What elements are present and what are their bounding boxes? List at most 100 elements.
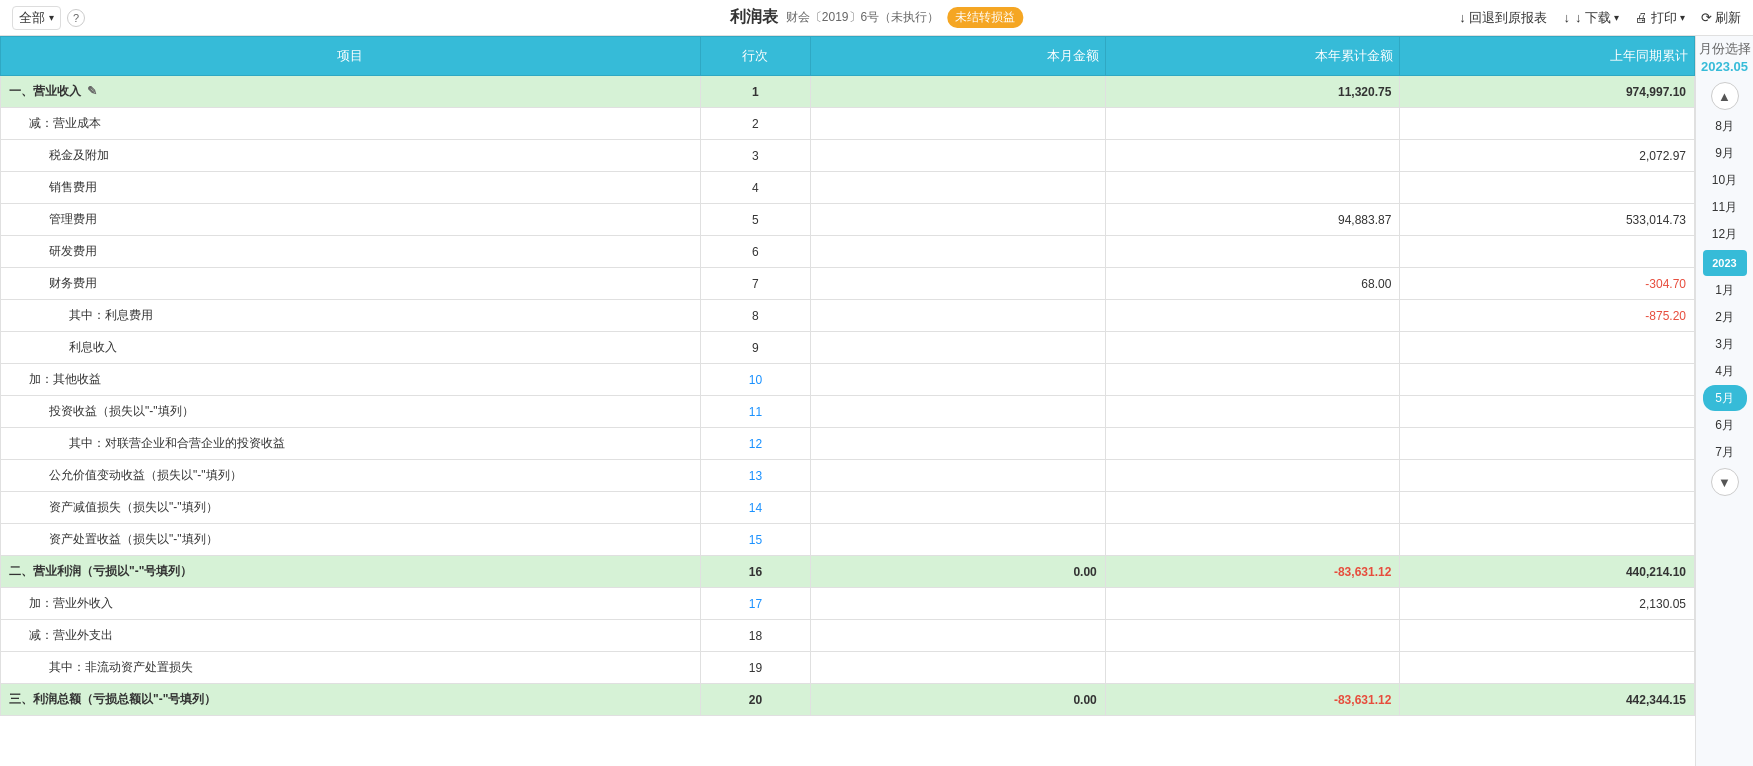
cell-prev [1400, 364, 1695, 396]
status-badge: 未结转损益 [947, 7, 1023, 28]
cell-row-num: 2 [700, 108, 810, 140]
cell-row-num[interactable]: 15 [700, 524, 810, 556]
cell-item: 研发费用 [1, 236, 701, 268]
cell-row-num[interactable]: 12 [700, 428, 810, 460]
cell-month [811, 140, 1106, 172]
cell-month [811, 588, 1106, 620]
print-icon: 🖨 [1635, 10, 1648, 25]
cell-year [1105, 588, 1400, 620]
cell-prev [1400, 524, 1695, 556]
cell-item: 其中：对联营企业和合营企业的投资收益 [1, 428, 701, 460]
sidebar-month-item[interactable]: 6月 [1703, 412, 1747, 438]
table-row: 一、营业收入✎111,320.75974,997.10 [1, 76, 1695, 108]
cell-row-num: 16 [700, 556, 810, 588]
cell-year: -83,631.12 [1105, 556, 1400, 588]
sidebar-up-button[interactable]: ▲ [1711, 82, 1739, 110]
refresh-button[interactable]: ⟳ 刷新 [1701, 9, 1741, 27]
sidebar-month-item[interactable]: 3月 [1703, 331, 1747, 357]
download-icon: ↓ [1563, 10, 1570, 25]
cell-year [1105, 524, 1400, 556]
back-button[interactable]: ↓ 回退到原报表 [1459, 9, 1547, 27]
sidebar-month-item[interactable]: 5月 [1703, 385, 1747, 411]
cell-row-num[interactable]: 14 [700, 492, 810, 524]
cell-month [811, 268, 1106, 300]
cell-row-num: 19 [700, 652, 810, 684]
cell-item: 利息收入 [1, 332, 701, 364]
cell-year [1105, 396, 1400, 428]
cell-prev: 974,997.10 [1400, 76, 1695, 108]
table-row: 投资收益（损失以"-"填列）11 [1, 396, 1695, 428]
sidebar-title: 月份选择 2023.05 [1699, 40, 1751, 76]
cell-item: 公允价值变动收益（损失以"-"填列） [1, 460, 701, 492]
cell-year [1105, 428, 1400, 460]
header-year: 本年累计金额 [1105, 37, 1400, 76]
cell-year [1105, 236, 1400, 268]
selector-label: 全部 [19, 9, 45, 27]
cell-row-num[interactable]: 10 [700, 364, 810, 396]
sidebar-month-item[interactable]: 11月 [1703, 194, 1747, 220]
download-label: ↓ 下载 [1575, 9, 1611, 27]
sidebar-month-item[interactable]: 7月 [1703, 439, 1747, 465]
table-row: 二、营业利润（亏损以"-"号填列）160.00-83,631.12440,214… [1, 556, 1695, 588]
table-wrapper: 项目 行次 本月金额 本年累计金额 上年同期累计 一、营业收入✎111,320.… [0, 36, 1695, 716]
print-button[interactable]: 🖨 打印 ▾ [1635, 9, 1685, 27]
header-month: 本月金额 [811, 37, 1106, 76]
cell-year [1105, 620, 1400, 652]
sidebar-down-button[interactable]: ▼ [1711, 468, 1739, 496]
cell-row-num: 20 [700, 684, 810, 716]
cell-year: -83,631.12 [1105, 684, 1400, 716]
sidebar-month-item[interactable]: 4月 [1703, 358, 1747, 384]
top-bar: 全部 ▾ ? 利润表 财会〔2019〕6号（未执行） 未结转损益 ↓ 回退到原报… [0, 0, 1753, 36]
download-button[interactable]: ↓ ↓ 下载 ▾ [1563, 9, 1619, 27]
cell-year [1105, 172, 1400, 204]
edit-icon[interactable]: ✎ [87, 84, 97, 98]
cell-year: 94,883.87 [1105, 204, 1400, 236]
sidebar-month-item[interactable]: 9月 [1703, 140, 1747, 166]
cell-row-num[interactable]: 11 [700, 396, 810, 428]
print-label: 打印 [1651, 9, 1677, 27]
sidebar-month-item[interactable]: 8月 [1703, 113, 1747, 139]
cell-month [811, 524, 1106, 556]
cell-month [811, 460, 1106, 492]
cell-prev: 442,344.15 [1400, 684, 1695, 716]
cell-year [1105, 300, 1400, 332]
sidebar-month-item[interactable]: 12月 [1703, 221, 1747, 247]
cell-year [1105, 108, 1400, 140]
table-row: 公允价值变动收益（损失以"-"填列）13 [1, 460, 1695, 492]
cell-row-num[interactable]: 17 [700, 588, 810, 620]
cell-row-num[interactable]: 13 [700, 460, 810, 492]
cell-prev: 533,014.73 [1400, 204, 1695, 236]
sidebar-month-item[interactable]: 10月 [1703, 167, 1747, 193]
cell-prev [1400, 460, 1695, 492]
table-row: 资产处置收益（损失以"-"填列）15 [1, 524, 1695, 556]
cell-month [811, 364, 1106, 396]
page-subtitle: 财会〔2019〕6号（未执行） [786, 9, 939, 26]
month-sidebar: 月份选择 2023.05 ▲ 8月9月10月11月12月20231月2月3月4月… [1695, 36, 1753, 766]
cell-month [811, 172, 1106, 204]
table-row: 销售费用4 [1, 172, 1695, 204]
table-row: 其中：非流动资产处置损失19 [1, 652, 1695, 684]
cell-item: 投资收益（损失以"-"填列） [1, 396, 701, 428]
table-row: 其中：对联营企业和合营企业的投资收益12 [1, 428, 1695, 460]
cell-item: 财务费用 [1, 268, 701, 300]
cell-item: 其中：非流动资产处置损失 [1, 652, 701, 684]
top-bar-left: 全部 ▾ ? [12, 6, 85, 30]
cell-row-num: 9 [700, 332, 810, 364]
cell-prev [1400, 332, 1695, 364]
cell-item: 其中：利息费用 [1, 300, 701, 332]
cell-prev [1400, 236, 1695, 268]
cell-year [1105, 652, 1400, 684]
table-header-row: 项目 行次 本月金额 本年累计金额 上年同期累计 [1, 37, 1695, 76]
sidebar-month-item[interactable]: 2月 [1703, 304, 1747, 330]
cell-item: 加：其他收益 [1, 364, 701, 396]
cell-item: 税金及附加 [1, 140, 701, 172]
page-title: 利润表 [730, 7, 778, 28]
sidebar-month-item[interactable]: 1月 [1703, 277, 1747, 303]
cell-item: 管理费用 [1, 204, 701, 236]
help-icon[interactable]: ? [67, 9, 85, 27]
cell-month [811, 108, 1106, 140]
selector-dropdown[interactable]: 全部 ▾ [12, 6, 61, 30]
cell-month: 0.00 [811, 556, 1106, 588]
cell-prev [1400, 172, 1695, 204]
table-row: 加：其他收益10 [1, 364, 1695, 396]
